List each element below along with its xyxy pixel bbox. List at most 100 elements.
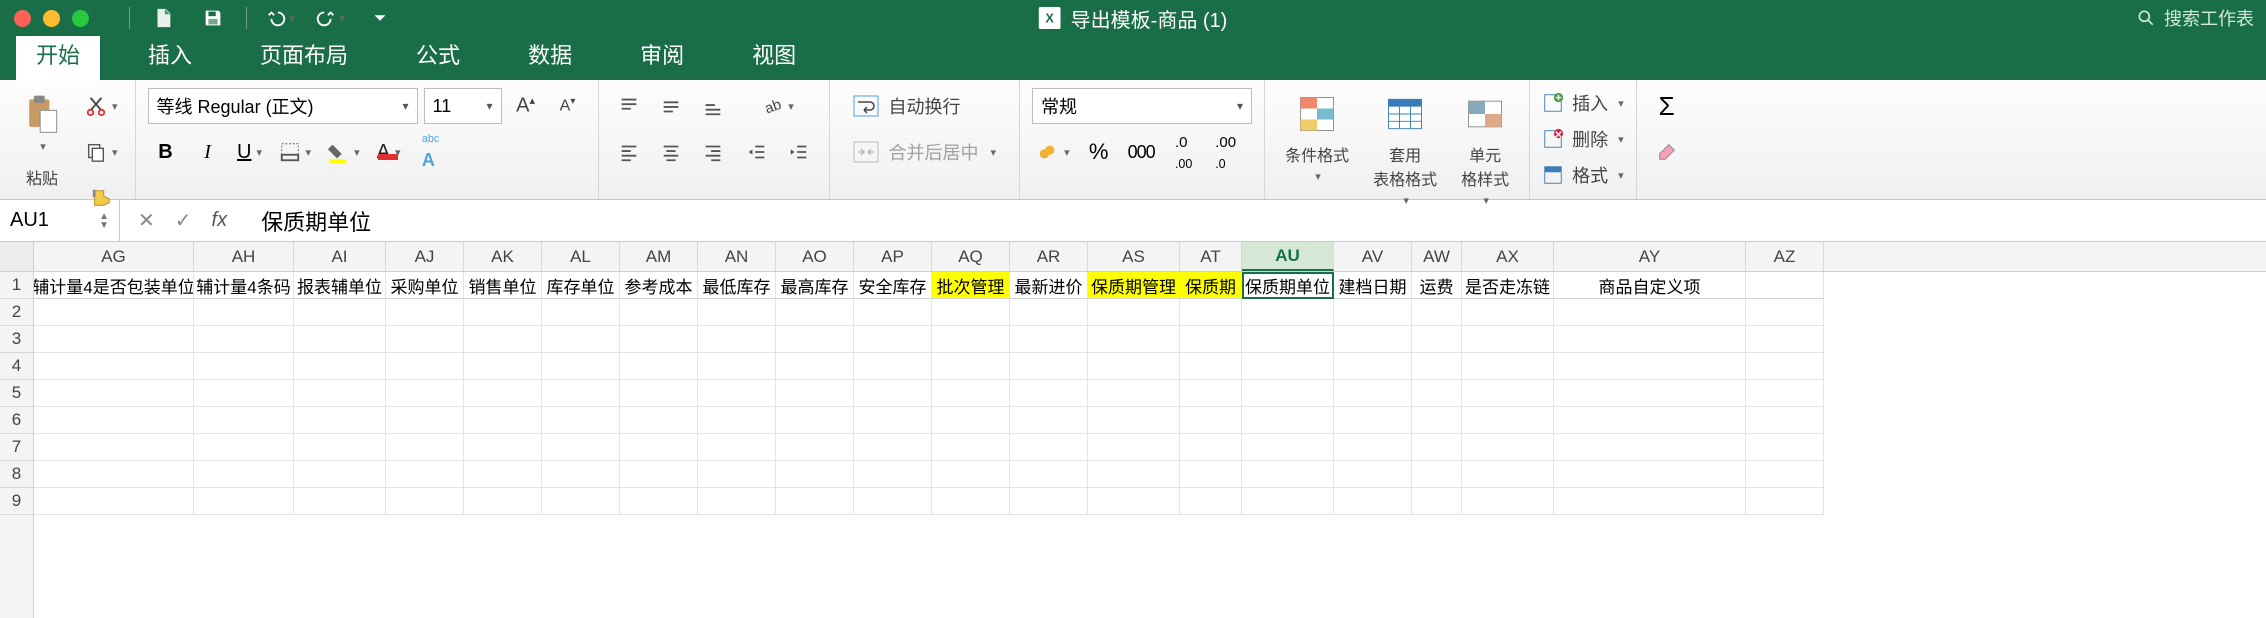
cell-AT1[interactable]: 保质期 [1180, 272, 1242, 299]
cell-AN6[interactable] [698, 407, 776, 434]
undo-button[interactable] [263, 5, 297, 31]
cell-AZ4[interactable] [1746, 353, 1824, 380]
row-header-9[interactable]: 9 [0, 488, 33, 515]
cell-AJ7[interactable] [386, 434, 464, 461]
tab-视图[interactable]: 视图 [732, 30, 816, 80]
cell-AM8[interactable] [620, 461, 698, 488]
cell-AV3[interactable] [1334, 326, 1412, 353]
cell-AW6[interactable] [1412, 407, 1462, 434]
fx-icon[interactable]: fx [212, 209, 228, 232]
cell-AK7[interactable] [464, 434, 542, 461]
percent-format-button[interactable]: % [1081, 134, 1117, 170]
align-center-button[interactable] [653, 134, 689, 170]
cell-AN2[interactable] [698, 299, 776, 326]
cell-AI5[interactable] [294, 380, 386, 407]
conditional-formatting-button[interactable]: 条件格式 [1277, 88, 1357, 187]
tab-数据[interactable]: 数据 [508, 30, 592, 80]
cell-AV5[interactable] [1334, 380, 1412, 407]
cell-AU2[interactable] [1242, 299, 1334, 326]
cell-AU6[interactable] [1242, 407, 1334, 434]
cell-AL2[interactable] [542, 299, 620, 326]
cell-AG6[interactable] [34, 407, 194, 434]
italic-button[interactable]: I [190, 134, 226, 170]
column-header-AY[interactable]: AY [1554, 242, 1746, 271]
accounting-format-button[interactable] [1032, 134, 1075, 170]
cell-AO6[interactable] [776, 407, 854, 434]
cell-AZ8[interactable] [1746, 461, 1824, 488]
cell-AG7[interactable] [34, 434, 194, 461]
cell-AM1[interactable]: 参考成本 [620, 272, 698, 299]
cell-AP3[interactable] [854, 326, 932, 353]
align-left-button[interactable] [611, 134, 647, 170]
column-header-AW[interactable]: AW [1412, 242, 1462, 271]
cell-AH1[interactable]: 辅计量4条码 [194, 272, 294, 299]
cell-AQ3[interactable] [932, 326, 1010, 353]
cell-AK5[interactable] [464, 380, 542, 407]
cell-AT2[interactable] [1180, 299, 1242, 326]
tab-插入[interactable]: 插入 [128, 30, 212, 80]
cell-AH9[interactable] [194, 488, 294, 515]
cell-AL6[interactable] [542, 407, 620, 434]
cell-AT8[interactable] [1180, 461, 1242, 488]
decrease-font-button[interactable]: A▾ [550, 88, 586, 124]
cell-AI6[interactable] [294, 407, 386, 434]
format-cells-button[interactable]: 格式 [1542, 160, 1624, 190]
cell-AL9[interactable] [542, 488, 620, 515]
cell-AV8[interactable] [1334, 461, 1412, 488]
fill-color-button[interactable] [322, 134, 365, 170]
cell-AZ7[interactable] [1746, 434, 1824, 461]
cancel-formula-icon[interactable]: ✕ [138, 208, 155, 233]
cell-AV4[interactable] [1334, 353, 1412, 380]
cell-AT9[interactable] [1180, 488, 1242, 515]
cell-AK3[interactable] [464, 326, 542, 353]
cell-AO5[interactable] [776, 380, 854, 407]
cell-AR1[interactable]: 最新进价 [1010, 272, 1088, 299]
column-header-AN[interactable]: AN [698, 242, 776, 271]
cell-AV1[interactable]: 建档日期 [1334, 272, 1412, 299]
column-header-AG[interactable]: AG [34, 242, 194, 271]
cell-AL1[interactable]: 库存单位 [542, 272, 620, 299]
cell-AY2[interactable] [1554, 299, 1746, 326]
format-as-table-button[interactable]: 套用 表格格式 [1365, 88, 1445, 211]
cell-AO2[interactable] [776, 299, 854, 326]
cell-AY6[interactable] [1554, 407, 1746, 434]
column-header-AI[interactable]: AI [294, 242, 386, 271]
cell-AH7[interactable] [194, 434, 294, 461]
cell-AG5[interactable] [34, 380, 194, 407]
row-header-8[interactable]: 8 [0, 461, 33, 488]
tab-公式[interactable]: 公式 [396, 30, 480, 80]
cell-AS1[interactable]: 保质期管理 [1088, 272, 1180, 299]
font-name-combo[interactable]: 等线 Regular (正文)▾ [148, 88, 418, 124]
cut-button[interactable] [80, 88, 123, 124]
cell-AR7[interactable] [1010, 434, 1088, 461]
cell-AG9[interactable] [34, 488, 194, 515]
cell-AX7[interactable] [1462, 434, 1554, 461]
cell-AU1[interactable]: 保质期单位 [1242, 272, 1334, 299]
cell-AP6[interactable] [854, 407, 932, 434]
column-header-AR[interactable]: AR [1010, 242, 1088, 271]
column-header-AV[interactable]: AV [1334, 242, 1412, 271]
cell-AI8[interactable] [294, 461, 386, 488]
cell-AT3[interactable] [1180, 326, 1242, 353]
cell-AY8[interactable] [1554, 461, 1746, 488]
column-header-AX[interactable]: AX [1462, 242, 1554, 271]
cell-AY4[interactable] [1554, 353, 1746, 380]
cell-AX2[interactable] [1462, 299, 1554, 326]
cell-AU5[interactable] [1242, 380, 1334, 407]
cell-AN8[interactable] [698, 461, 776, 488]
cell-AH5[interactable] [194, 380, 294, 407]
cell-AJ1[interactable]: 采购单位 [386, 272, 464, 299]
column-header-AM[interactable]: AM [620, 242, 698, 271]
cell-AG3[interactable] [34, 326, 194, 353]
cell-AH2[interactable] [194, 299, 294, 326]
cell-AN1[interactable]: 最低库存 [698, 272, 776, 299]
border-button[interactable] [274, 134, 317, 170]
cell-AZ1[interactable] [1746, 272, 1824, 299]
cell-AG2[interactable] [34, 299, 194, 326]
number-format-combo[interactable]: 常规▾ [1032, 88, 1252, 124]
cell-AG8[interactable] [34, 461, 194, 488]
column-header-AL[interactable]: AL [542, 242, 620, 271]
cell-AL7[interactable] [542, 434, 620, 461]
cell-AR2[interactable] [1010, 299, 1088, 326]
cell-AJ4[interactable] [386, 353, 464, 380]
